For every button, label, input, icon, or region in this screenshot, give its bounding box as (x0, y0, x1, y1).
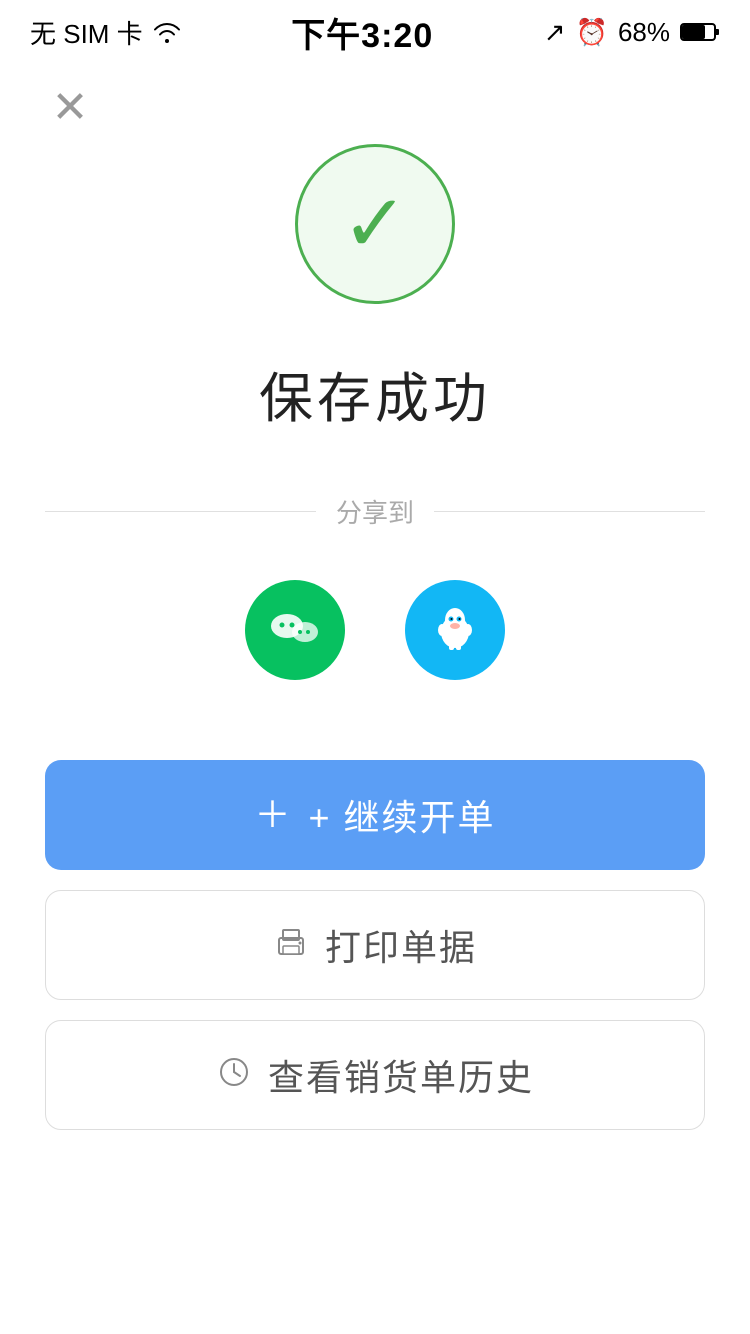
wechat-share-button[interactable] (245, 580, 345, 680)
alarm-icon: ⏰ (576, 17, 608, 48)
close-icon: ✕ (52, 86, 89, 130)
carrier-text: 无 SIM 卡 (30, 14, 143, 51)
print-button[interactable]: 打印单据 (45, 890, 705, 1000)
divider-left (45, 511, 316, 512)
wifi-icon (153, 21, 181, 43)
history-button[interactable]: 查看销货单历史 (45, 1020, 705, 1130)
status-carrier: 无 SIM 卡 (30, 14, 181, 51)
history-label: 查看销货单历史 (268, 1049, 534, 1101)
qq-icon (425, 600, 485, 660)
close-button[interactable]: ✕ (40, 78, 100, 138)
print-label: 打印单据 (325, 919, 477, 971)
status-right: ↗ ⏰ 68% (544, 17, 720, 48)
plus-icon: ＋ (254, 797, 292, 833)
status-bar: 无 SIM 卡 下午3:20 ↗ ⏰ 68% (0, 0, 750, 64)
success-circle: ✓ (295, 144, 455, 304)
share-icons (245, 580, 505, 680)
share-divider: 分享到 (45, 493, 705, 530)
location-icon: ↗ (544, 17, 566, 48)
wechat-icon (265, 600, 325, 660)
qq-share-button[interactable] (405, 580, 505, 680)
share-label: 分享到 (336, 493, 414, 530)
divider-right (434, 511, 705, 512)
battery-icon (680, 21, 720, 43)
action-buttons: ＋ + 继续开单 打印单据 查看销货单历史 (45, 760, 705, 1130)
clock-icon (216, 1054, 252, 1096)
check-icon: ✓ (341, 184, 408, 264)
main-content: ✓ 保存成功 分享到 (0, 64, 750, 1130)
battery-text: 68% (618, 17, 670, 48)
printer-icon (273, 924, 309, 966)
continue-button[interactable]: ＋ + 继续开单 (45, 760, 705, 870)
status-time: 下午3:20 (291, 8, 433, 57)
success-title: 保存成功 (259, 354, 491, 433)
continue-label: + 继续开单 (308, 789, 495, 841)
